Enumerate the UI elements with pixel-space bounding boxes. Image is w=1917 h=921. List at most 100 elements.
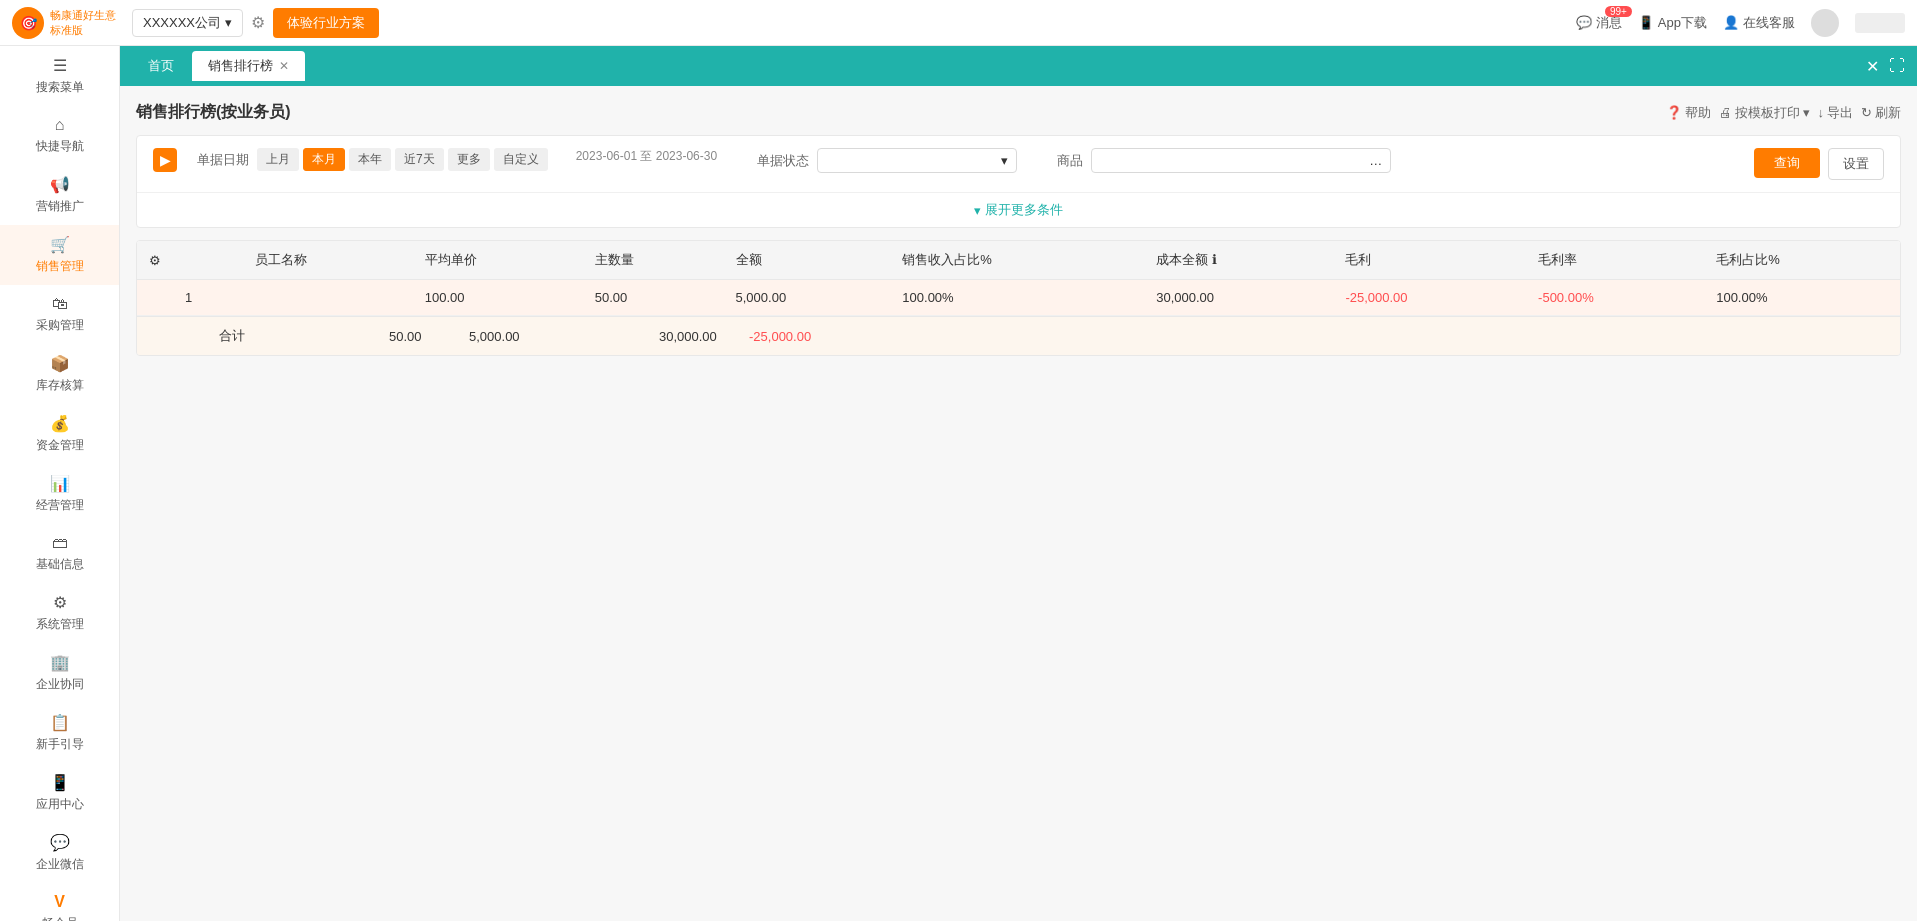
sidebar-item-wechat[interactable]: 💬 企业微信 xyxy=(0,823,119,883)
export-button[interactable]: ↓ 导出 xyxy=(1818,104,1854,122)
sidebar-item-marketing[interactable]: 📢 营销推广 xyxy=(0,165,119,225)
message-badge: 99+ xyxy=(1605,6,1632,17)
footer-avg-price-cell xyxy=(287,326,377,346)
sidebar-item-enterprise[interactable]: 🏢 企业协同 xyxy=(0,643,119,703)
online-service-label: 在线客服 xyxy=(1743,14,1795,32)
filter-action-buttons: 查询 设置 xyxy=(1754,148,1884,180)
table-row[interactable]: 1100.0050.005,000.00100.00%30,000.00-25,… xyxy=(137,280,1900,316)
sidebar-item-search-order[interactable]: ☰ 搜索菜单 xyxy=(0,46,119,106)
top-header: 🎯 畅康通好生意 标准版 XXXXXX公司 ▾ ⚙ 体验行业方案 💬 消息 99… xyxy=(0,0,1917,46)
guide-icon: 📋 xyxy=(50,713,70,732)
cell-gross-profit: -25,000.00 xyxy=(1333,280,1526,316)
sidebar-item-guide[interactable]: 📋 新手引导 xyxy=(0,703,119,763)
sidebar-label-finance: 资金管理 xyxy=(36,437,84,454)
app-download-label: App下载 xyxy=(1658,14,1707,32)
footer-label: 合计 xyxy=(207,317,287,355)
filter-area: ▶ 单据日期 上月 本月 本年 近7天 更多 自定义 xyxy=(136,135,1901,228)
app-logo: 🎯 畅康通好生意 标准版 xyxy=(12,7,116,39)
sidebar-label-marketing: 营销推广 xyxy=(36,198,84,215)
tab-sales-rank[interactable]: 销售排行榜 ✕ xyxy=(192,51,305,81)
filter-toggle-icon[interactable]: ▶ xyxy=(153,148,177,172)
footer-settings-cell xyxy=(137,326,167,346)
user-name[interactable] xyxy=(1855,13,1905,33)
date-btn-this-year[interactable]: 本年 xyxy=(349,148,391,171)
footer-gross-rate-cell xyxy=(827,326,907,346)
export-icon: ↓ xyxy=(1818,105,1825,120)
tab-close-all-icon[interactable]: ✕ xyxy=(1866,57,1879,76)
date-btn-custom[interactable]: 自定义 xyxy=(494,148,548,171)
user-avatar[interactable] xyxy=(1811,9,1839,37)
sidebar-label-appcenter: 应用中心 xyxy=(36,796,84,813)
status-filter-group: 单据状态 ▾ xyxy=(757,148,1017,173)
company-selector[interactable]: XXXXXX公司 ▾ xyxy=(132,9,243,37)
company-name: XXXXXX公司 xyxy=(143,14,221,32)
sidebar-label-basicinfo: 基础信息 xyxy=(36,556,84,573)
inventory-icon: 📦 xyxy=(50,354,70,373)
sidebar-item-sales[interactable]: 🛒 销售管理 xyxy=(0,225,119,285)
logo-text: 畅康通好生意 标准版 xyxy=(50,8,116,37)
cell-total-amount: 5,000.00 xyxy=(724,280,891,316)
sidebar-item-finance[interactable]: 💰 资金管理 xyxy=(0,404,119,464)
tab-maximize-icon[interactable]: ⛶ xyxy=(1889,57,1905,76)
expand-filters-button[interactable]: ▾ 展开更多条件 xyxy=(137,192,1900,227)
online-service-button[interactable]: 👤 在线客服 xyxy=(1723,14,1795,32)
settings-button[interactable]: 设置 xyxy=(1828,148,1884,180)
experience-button[interactable]: 体验行业方案 xyxy=(273,8,379,38)
date-btn-last-month[interactable]: 上月 xyxy=(257,148,299,171)
col-header-cost-amount: 成本全额 ℹ xyxy=(1144,241,1333,280)
sidebar-item-app-center[interactable]: 📱 应用中心 xyxy=(0,763,119,823)
refresh-button[interactable]: ↻ 刷新 xyxy=(1861,104,1901,122)
app-center-icon: 📱 xyxy=(50,773,70,792)
date-btn-more[interactable]: 更多 xyxy=(448,148,490,171)
page-content: 销售排行榜(按业务员) ❓ 帮助 🖨 按模板打印 ▾ ↓ 导出 xyxy=(120,86,1917,921)
sidebar-item-basic-info[interactable]: 🗃 基础信息 xyxy=(0,524,119,583)
tab-close-icon[interactable]: ✕ xyxy=(279,59,289,73)
print-button[interactable]: 🖨 按模板打印 ▾ xyxy=(1719,104,1810,122)
status-select[interactable]: ▾ xyxy=(817,148,1017,173)
sidebar-label-member: 畅会员 xyxy=(42,915,78,921)
goods-input[interactable]: … xyxy=(1091,148,1391,173)
chevron-down-icon: ▾ xyxy=(225,15,232,30)
finance-icon: 💰 xyxy=(50,414,70,433)
col-header-settings[interactable]: ⚙ xyxy=(137,241,173,280)
col-header-rank xyxy=(173,241,243,280)
logo-icon: 🎯 xyxy=(12,7,44,39)
sidebar-label-enterprise: 企业协同 xyxy=(36,676,84,693)
sidebar-label-quicknav: 快捷导航 xyxy=(36,138,84,155)
marketing-icon: 📢 xyxy=(50,175,70,194)
date-btn-7days[interactable]: 近7天 xyxy=(395,148,444,171)
footer-gross-pct-cell xyxy=(907,326,987,346)
sidebar-item-quick-nav[interactable]: ⌂ 快捷导航 xyxy=(0,106,119,165)
footer-main-qty: 50.00 xyxy=(377,319,457,354)
sidebar-item-operation[interactable]: 📊 经营管理 xyxy=(0,464,119,524)
col-header-avg-price: 平均单价 xyxy=(413,241,583,280)
sidebar-item-member[interactable]: V 畅会员 xyxy=(0,883,119,921)
query-button[interactable]: 查询 xyxy=(1754,148,1820,178)
purchase-icon: 🛍 xyxy=(52,295,68,313)
settings-icon[interactable]: ⚙ xyxy=(251,13,265,32)
title-actions: ❓ 帮助 🖨 按模板打印 ▾ ↓ 导出 ↻ 刷新 xyxy=(1666,104,1902,122)
app-download-button[interactable]: 📱 App下载 xyxy=(1638,14,1707,32)
footer-cost-amount: 30,000.00 xyxy=(647,319,737,354)
service-icon: 👤 xyxy=(1723,15,1739,30)
date-btn-this-month[interactable]: 本月 xyxy=(303,148,345,171)
help-icon: ❓ xyxy=(1666,105,1682,120)
wechat-icon: 💬 xyxy=(50,833,70,852)
cell-settings[interactable] xyxy=(137,280,173,316)
system-icon: ⚙ xyxy=(53,593,67,612)
table-body: 1100.0050.005,000.00100.00%30,000.00-25,… xyxy=(137,280,1900,316)
tab-home[interactable]: 首页 xyxy=(132,51,190,81)
sidebar-item-system[interactable]: ⚙ 系统管理 xyxy=(0,583,119,643)
table-header-row: ⚙ 员工名称 平均单价 主数量 xyxy=(137,241,1900,280)
quick-nav-icon: ⌂ xyxy=(55,116,65,134)
date-buttons: 上月 本月 本年 近7天 更多 自定义 xyxy=(257,148,548,171)
sidebar-item-purchase[interactable]: 🛍 采购管理 xyxy=(0,285,119,344)
expand-filters-label: 展开更多条件 xyxy=(985,201,1063,219)
print-icon: 🖨 xyxy=(1719,105,1732,120)
sidebar-label-inventory: 库存核算 xyxy=(36,377,84,394)
message-button[interactable]: 💬 消息 99+ xyxy=(1576,14,1622,32)
help-button[interactable]: ❓ 帮助 xyxy=(1666,104,1711,122)
goods-filter-group: 商品 … xyxy=(1057,148,1391,173)
tab-sales-rank-label: 销售排行榜 xyxy=(208,57,273,75)
sidebar-item-inventory[interactable]: 📦 库存核算 xyxy=(0,344,119,404)
